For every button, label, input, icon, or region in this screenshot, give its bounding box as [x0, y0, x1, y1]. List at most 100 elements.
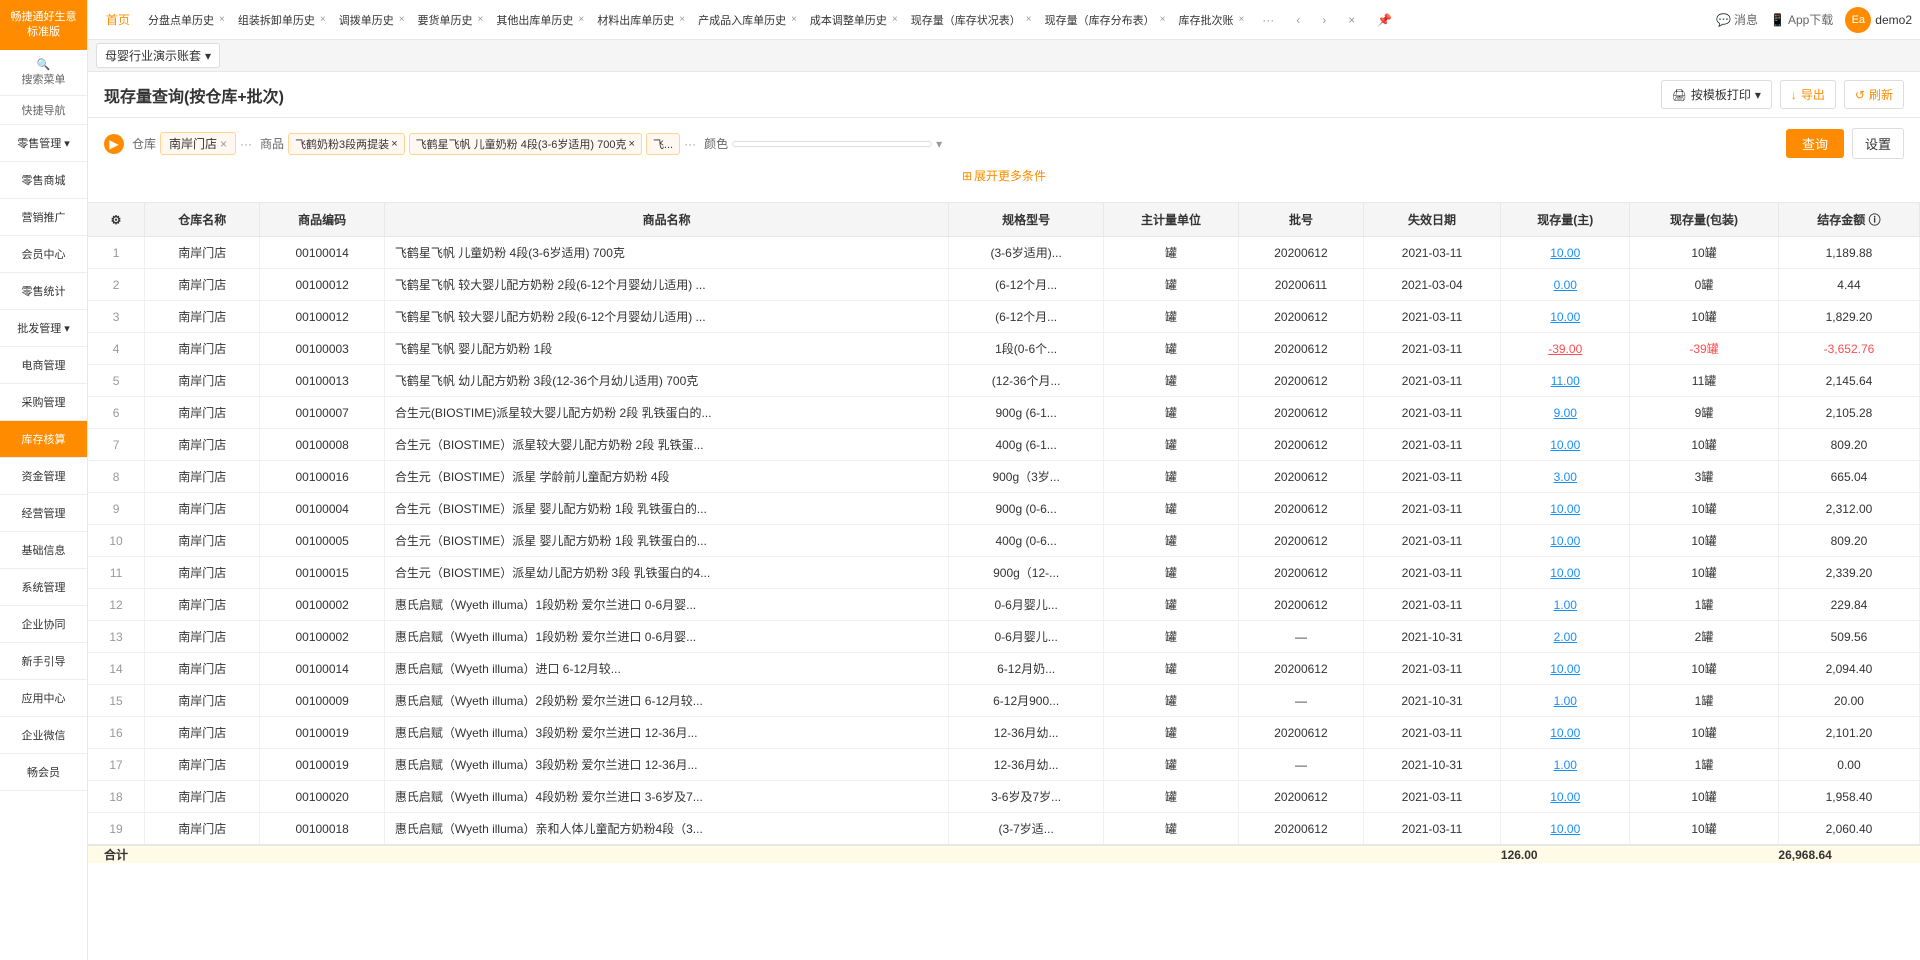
tab-close-8[interactable]: × — [1026, 14, 1032, 25]
cell-4-8[interactable]: 11.00 — [1501, 365, 1630, 397]
product-tag-close-1[interactable]: × — [629, 138, 635, 150]
sidebar-item-appcenter[interactable]: 应用中心 — [0, 680, 87, 717]
export-button[interactable]: ↓ 导出 — [1780, 80, 1836, 109]
sidebar-item-system[interactable]: 系统管理 — [0, 569, 87, 606]
sidebar-item-member[interactable]: 会员中心 — [0, 236, 87, 273]
nav-home[interactable]: 首页 — [96, 7, 140, 32]
sidebar-item-operation[interactable]: 经营管理 — [0, 495, 87, 532]
cell-11-8[interactable]: 1.00 — [1501, 589, 1630, 621]
nav-tab-5[interactable]: 材料出库单历史 × — [591, 8, 691, 32]
cell-6-2: 00100008 — [260, 429, 384, 461]
tab-close-4[interactable]: × — [578, 14, 584, 25]
product-tag-0[interactable]: 飞鹤奶粉3段两提装× — [288, 133, 405, 155]
cell-5-8[interactable]: 9.00 — [1501, 397, 1630, 429]
nav-tab-2[interactable]: 调拨单历史 × — [333, 8, 411, 32]
cell-10-3: 合生元（BIOSTIME）派星幼儿配方奶粉 3段 乳铁蛋白的4... — [384, 557, 949, 589]
sidebar-item-mall[interactable]: 零售商城 — [0, 162, 87, 199]
cell-18-8[interactable]: 10.00 — [1501, 813, 1630, 846]
settings-button[interactable]: 设置 — [1852, 128, 1904, 159]
search-button[interactable]: 查询 — [1786, 129, 1844, 158]
user-menu[interactable]: Ea demo2 — [1845, 7, 1912, 33]
cell-15-8[interactable]: 10.00 — [1501, 717, 1630, 749]
tab-close-9[interactable]: × — [1160, 14, 1166, 25]
message-btn[interactable]: 💬 消息 — [1716, 11, 1758, 28]
product-tag-1[interactable]: 飞鹤星飞帆 儿童奶粉 4段(3-6岁适用) 700克× — [409, 133, 642, 155]
sidebar-item-member2[interactable]: 畅会员 — [0, 754, 87, 791]
tab-close-7[interactable]: × — [892, 14, 898, 25]
tab-close-6[interactable]: × — [791, 14, 797, 25]
filter-expand-arrow[interactable]: ▶ — [104, 134, 124, 154]
cell-2-6: 20200612 — [1239, 301, 1363, 333]
table-row: 16南岸门店00100019惠氏启赋（Wyeth illuma）3段奶粉 爱尔兰… — [88, 717, 1920, 749]
cell-12-8[interactable]: 2.00 — [1501, 621, 1630, 653]
tab-close-0[interactable]: × — [219, 14, 225, 25]
nav-tab-6[interactable]: 产成品入库单历史 × — [692, 8, 803, 32]
nav-tab-3[interactable]: 要货单历史 × — [412, 8, 490, 32]
cell-2-4: (6-12个月... — [949, 301, 1103, 333]
cell-0-8[interactable]: 10.00 — [1501, 237, 1630, 269]
sidebar-item-finance[interactable]: 资金管理 — [0, 458, 87, 495]
cell-14-8[interactable]: 1.00 — [1501, 685, 1630, 717]
tab-close-10[interactable]: × — [1238, 14, 1244, 25]
nav-close-all[interactable]: × — [1338, 9, 1365, 31]
cell-8-5: 罐 — [1103, 493, 1238, 525]
sidebar-item-wholesale[interactable]: 批发管理 ▾ — [0, 310, 87, 347]
sidebar: 畅捷通好生意 标准版 🔍 搜索菜单 快捷导航 零售管理 ▾零售商城营销推广会员中… — [0, 0, 88, 960]
tab-close-1[interactable]: × — [320, 14, 326, 25]
sidebar-item-retail[interactable]: 零售管理 ▾ — [0, 125, 87, 162]
account-selector[interactable]: 母婴行业演示账套 ▾ — [96, 43, 220, 68]
product-more[interactable]: ··· — [684, 137, 696, 151]
cell-7-8[interactable]: 3.00 — [1501, 461, 1630, 493]
cell-6-8[interactable]: 10.00 — [1501, 429, 1630, 461]
sidebar-item-marketing[interactable]: 营销推广 — [0, 199, 87, 236]
cell-0-9: 10罐 — [1630, 237, 1779, 269]
sidebar-item-enterprise[interactable]: 企业协同 — [0, 606, 87, 643]
app-download-btn[interactable]: 📱 App下载 — [1770, 11, 1833, 28]
nav-tab-8[interactable]: 现存量（库存状况表） × — [905, 8, 1038, 32]
cell-13-8[interactable]: 10.00 — [1501, 653, 1630, 685]
sidebar-item-inventory[interactable]: 库存核算 — [0, 421, 87, 458]
color-input[interactable] — [732, 141, 932, 147]
nav-tab-7[interactable]: 成本调整单历史 × — [804, 8, 904, 32]
nav-tab-4[interactable]: 其他出库单历史 × — [490, 8, 590, 32]
cell-17-9: 10罐 — [1630, 781, 1779, 813]
sidebar-item-stats[interactable]: 零售统计 — [0, 273, 87, 310]
product-tag-2[interactable]: 飞... — [646, 133, 680, 155]
sidebar-item-purchase[interactable]: 采购管理 — [0, 384, 87, 421]
sidebar-item-wechat[interactable]: 企业微信 — [0, 717, 87, 754]
nav-tab-9[interactable]: 现存量（库存分布表） × — [1039, 8, 1172, 32]
cell-10-8[interactable]: 10.00 — [1501, 557, 1630, 589]
cell-9-8[interactable]: 10.00 — [1501, 525, 1630, 557]
settings-icon[interactable]: ⚙ — [111, 213, 122, 227]
expand-more-btn[interactable]: ⊞ 展开更多条件 — [962, 167, 1046, 184]
nav-prev[interactable]: ‹ — [1286, 9, 1310, 31]
cell-17-8[interactable]: 10.00 — [1501, 781, 1630, 813]
sidebar-item-ecommerce[interactable]: 电商管理 — [0, 347, 87, 384]
color-dropdown-arrow[interactable]: ▾ — [936, 137, 942, 151]
cell-1-8[interactable]: 0.00 — [1501, 269, 1630, 301]
print-button[interactable]: 🖨 按模板打印 ▾ — [1661, 80, 1772, 109]
tab-close-2[interactable]: × — [399, 14, 405, 25]
cell-16-8[interactable]: 1.00 — [1501, 749, 1630, 781]
nav-more[interactable]: ··· — [1252, 9, 1284, 31]
warehouse-tag-close[interactable]: × — [220, 137, 227, 151]
sidebar-item-basic[interactable]: 基础信息 — [0, 532, 87, 569]
warehouse-tag[interactable]: 南岸门店 × — [160, 132, 236, 155]
tab-close-3[interactable]: × — [478, 14, 484, 25]
sidebar-shortcut[interactable]: 快捷导航 — [0, 96, 87, 125]
product-tag-close-0[interactable]: × — [391, 138, 397, 150]
nav-pin[interactable]: 📌 — [1367, 9, 1402, 31]
cell-2-8[interactable]: 10.00 — [1501, 301, 1630, 333]
nav-tab-10[interactable]: 库存批次账 × — [1172, 8, 1250, 32]
cell-8-8[interactable]: 10.00 — [1501, 493, 1630, 525]
nav-tab-0[interactable]: 分盘点单历史 × — [142, 8, 231, 32]
refresh-button[interactable]: ↺ 刷新 — [1844, 80, 1904, 109]
nav-next[interactable]: › — [1312, 9, 1336, 31]
col-header-0: ⚙ — [88, 203, 145, 237]
sidebar-item-guide[interactable]: 新手引导 — [0, 643, 87, 680]
cell-3-8[interactable]: -39.00 — [1501, 333, 1630, 365]
tab-close-5[interactable]: × — [679, 14, 685, 25]
nav-tab-1[interactable]: 组装拆卸单历史 × — [232, 8, 332, 32]
sidebar-search[interactable]: 🔍 搜索菜单 — [0, 50, 87, 96]
warehouse-more[interactable]: ··· — [240, 137, 252, 151]
